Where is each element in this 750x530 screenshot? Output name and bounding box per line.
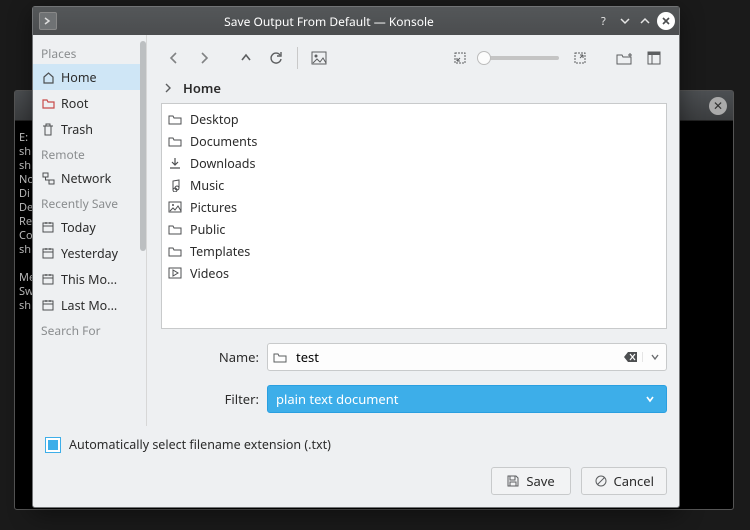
sidebar-item-label: Last Mo... xyxy=(61,297,117,314)
file-item-label: Videos xyxy=(190,265,229,282)
file-item-documents[interactable]: Documents xyxy=(168,130,660,152)
cancel-button[interactable]: Cancel xyxy=(581,467,667,495)
sidebar-item-label: Yesterday xyxy=(61,245,118,262)
preview-toggle[interactable] xyxy=(306,45,332,71)
network-icon xyxy=(41,171,55,185)
file-item-label: Templates xyxy=(190,243,250,260)
breadcrumb-current[interactable]: Home xyxy=(183,79,221,97)
name-label: Name: xyxy=(161,348,259,366)
clear-name-icon[interactable] xyxy=(620,351,642,363)
save-disk-icon xyxy=(506,474,520,488)
background-close-icon[interactable]: ✕ xyxy=(709,97,727,115)
chevron-right-icon xyxy=(163,83,173,93)
close-icon[interactable] xyxy=(657,12,675,30)
name-history-dropdown[interactable] xyxy=(642,352,666,362)
file-item-label: Documents xyxy=(190,133,257,150)
trash-icon xyxy=(41,122,55,136)
file-item-pictures[interactable]: Pictures xyxy=(168,196,660,218)
file-item-label: Pictures xyxy=(190,199,237,216)
cancel-forbid-icon xyxy=(594,474,608,488)
sidebar-item-label: Root xyxy=(61,95,88,112)
image-icon xyxy=(168,200,182,214)
sidebar-item-yesterday[interactable]: Yesterday xyxy=(33,240,146,266)
maximize-icon[interactable] xyxy=(637,13,653,29)
sidebar-section-header: Search For xyxy=(33,318,146,341)
sidebar-item-label: Home xyxy=(61,69,97,86)
sidebar-item-label: Network xyxy=(61,170,111,187)
auto-extension-label: Automatically select filename extension … xyxy=(69,436,331,453)
new-folder-button[interactable] xyxy=(611,45,637,71)
help-icon[interactable]: ? xyxy=(597,13,613,29)
filter-label: Filter: xyxy=(161,390,259,408)
minimize-icon[interactable] xyxy=(617,13,633,29)
folder-outline-icon xyxy=(168,222,182,236)
forward-button[interactable] xyxy=(191,45,217,71)
folder-outline-icon xyxy=(168,134,182,148)
file-item-label: Music xyxy=(190,177,224,194)
save-button[interactable]: Save xyxy=(491,467,571,495)
video-icon xyxy=(168,266,182,280)
name-field[interactable] xyxy=(267,343,667,371)
file-item-public[interactable]: Public xyxy=(168,218,660,240)
music-icon xyxy=(168,178,182,192)
sidebar-section-header: Recently Save xyxy=(33,191,146,214)
chevron-down-icon xyxy=(642,394,658,404)
file-item-downloads[interactable]: Downloads xyxy=(168,152,660,174)
folder-icon xyxy=(41,96,55,110)
file-item-desktop[interactable]: Desktop xyxy=(168,108,660,130)
sidebar-item-network[interactable]: Network xyxy=(33,165,146,191)
folder-outline-icon xyxy=(168,244,182,258)
file-item-templates[interactable]: Templates xyxy=(168,240,660,262)
file-item-videos[interactable]: Videos xyxy=(168,262,660,284)
zoom-in-icon[interactable] xyxy=(567,45,593,71)
sidebar-item-trash[interactable]: Trash xyxy=(33,116,146,142)
up-button[interactable] xyxy=(233,45,259,71)
auto-extension-checkbox[interactable] xyxy=(45,437,61,453)
cancel-button-label: Cancel xyxy=(614,472,654,490)
places-panel: Places Home Root Trash Remote Network Recently… xyxy=(33,35,147,426)
sidebar-item-label: Today xyxy=(61,219,96,236)
titlebar[interactable]: Save Output From Default — Konsole ? xyxy=(33,7,679,35)
breadcrumb[interactable]: Home xyxy=(161,75,667,103)
folder-outline-icon xyxy=(168,112,182,126)
file-item-music[interactable]: Music xyxy=(168,174,660,196)
sidebar-item-this-mo-[interactable]: This Mo... xyxy=(33,266,146,292)
calendar-icon xyxy=(41,220,55,234)
sidebar-item-label: Trash xyxy=(61,121,93,138)
calendar-icon xyxy=(41,246,55,260)
filter-dropdown[interactable]: plain text document xyxy=(267,385,667,413)
svg-text:?: ? xyxy=(601,15,606,27)
reload-button[interactable] xyxy=(263,45,289,71)
calendar-icon xyxy=(41,298,55,312)
zoom-out-icon[interactable] xyxy=(447,45,473,71)
sidebar-section-header: Places xyxy=(33,41,146,64)
sidebar-item-root[interactable]: Root xyxy=(33,90,146,116)
save-dialog: Save Output From Default — Konsole ? Pla… xyxy=(32,6,680,508)
file-item-label: Desktop xyxy=(190,111,239,128)
icon-size-slider[interactable] xyxy=(481,56,559,60)
sidebar-item-today[interactable]: Today xyxy=(33,214,146,240)
sidebar-scrollbar[interactable] xyxy=(140,41,146,420)
file-item-label: Public xyxy=(190,221,225,238)
back-button[interactable] xyxy=(161,45,187,71)
sidebar-section-header: Remote xyxy=(33,142,146,165)
sidebar-item-label: This Mo... xyxy=(61,271,117,288)
sidebar-item-last-mo-[interactable]: Last Mo... xyxy=(33,292,146,318)
home-icon xyxy=(41,70,55,84)
toolbar-divider xyxy=(297,47,298,69)
window-title: Save Output From Default — Konsole xyxy=(61,13,597,30)
folder-icon xyxy=(268,351,292,363)
file-item-label: Downloads xyxy=(190,155,255,172)
calendar-icon xyxy=(41,272,55,286)
view-options-button[interactable] xyxy=(641,45,667,71)
sidebar-item-home[interactable]: Home xyxy=(33,64,146,90)
save-button-label: Save xyxy=(526,472,554,490)
toolbar xyxy=(161,41,667,75)
filter-value: plain text document xyxy=(276,390,642,408)
file-list[interactable]: Desktop Documents Downloads Music Pictures Pu… xyxy=(161,103,667,329)
name-input[interactable] xyxy=(292,348,620,366)
app-prompt-icon xyxy=(39,12,57,30)
download-icon xyxy=(168,156,182,170)
